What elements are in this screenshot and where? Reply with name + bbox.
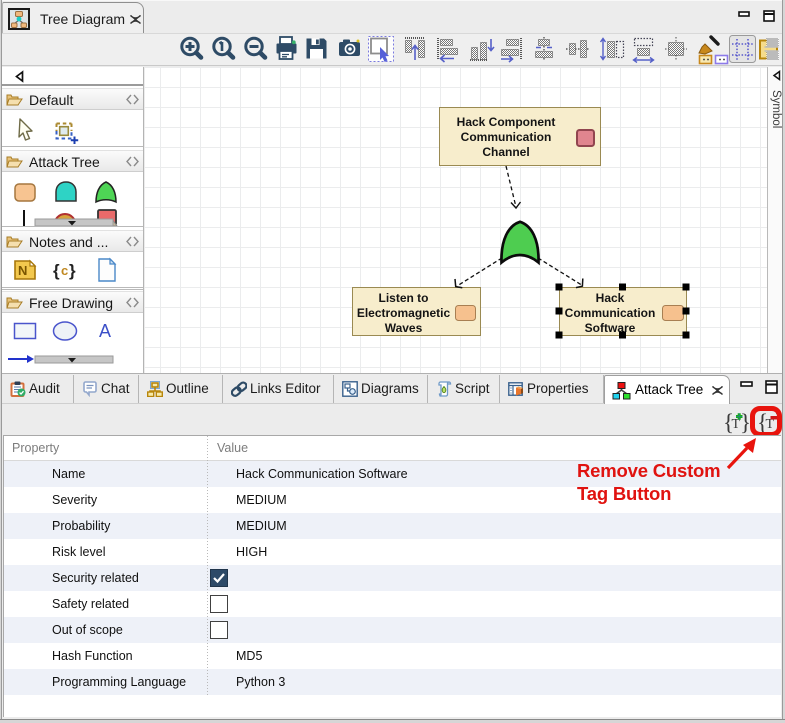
svg-text:A: A <box>99 321 111 341</box>
svg-text:}: } <box>69 261 76 280</box>
svg-text:c: c <box>61 263 68 278</box>
svg-text:N: N <box>18 263 27 278</box>
svg-text:{: { <box>53 261 60 280</box>
